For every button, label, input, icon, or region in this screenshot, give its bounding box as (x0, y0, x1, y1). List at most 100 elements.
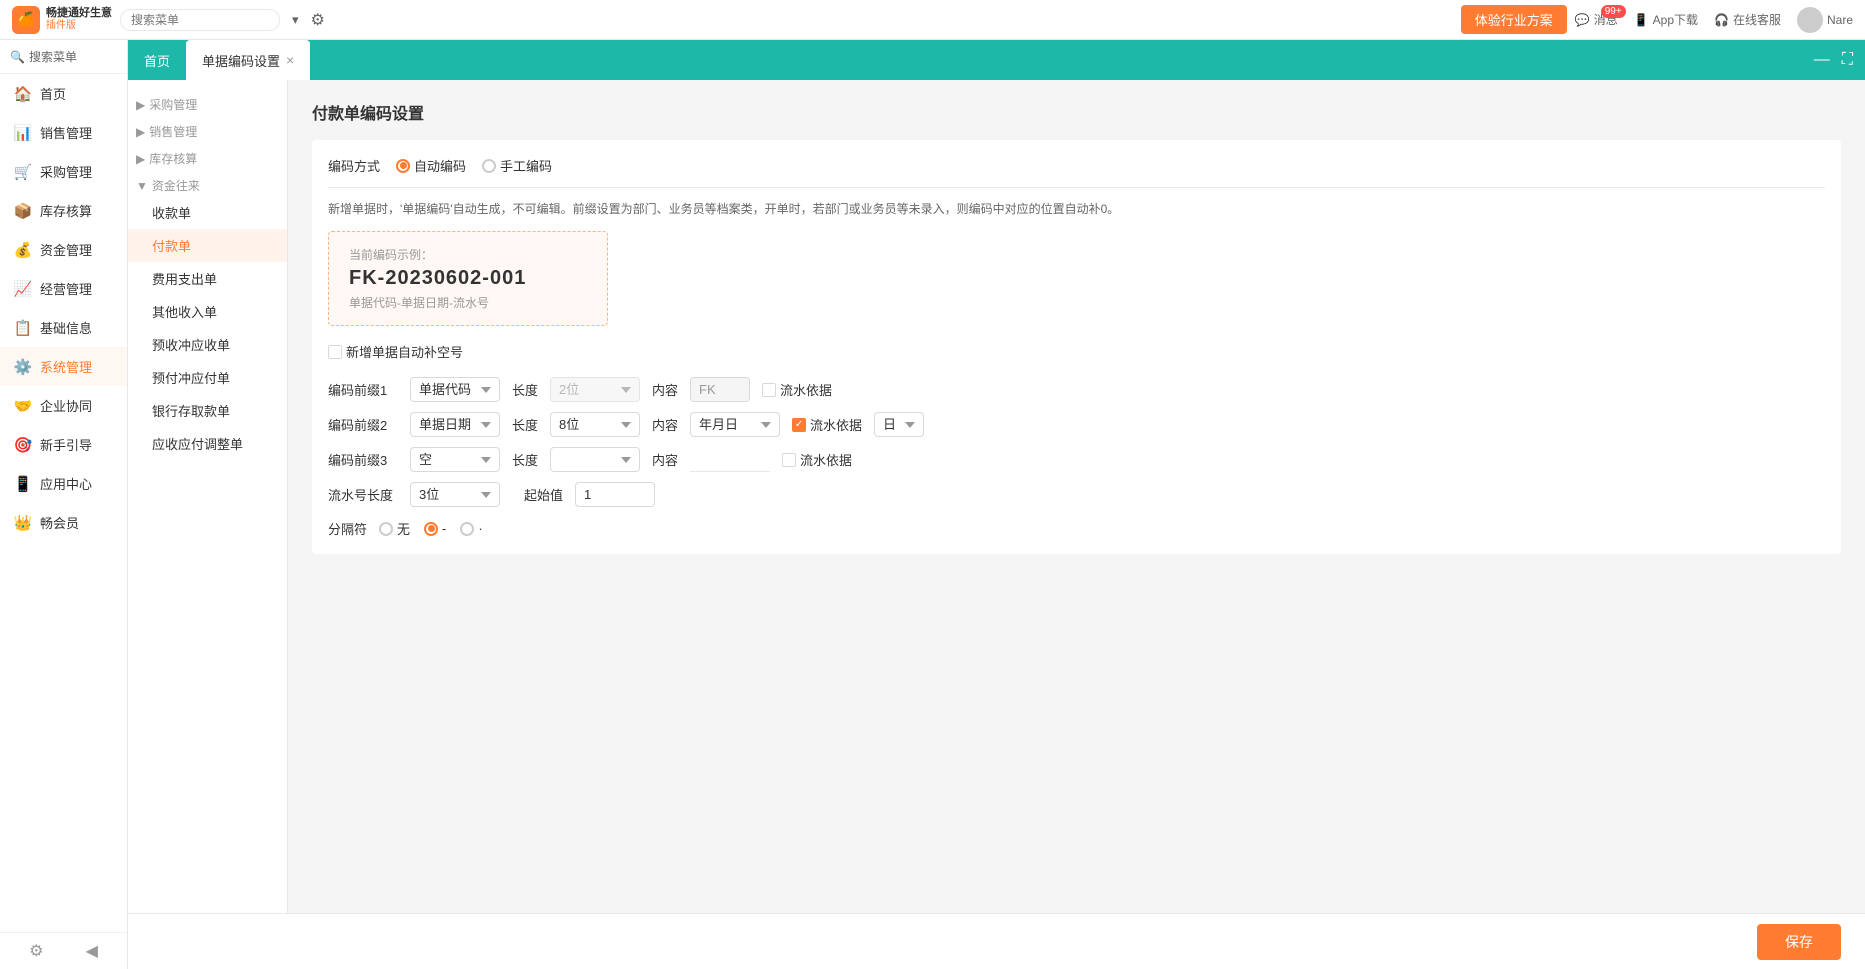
gear-icon[interactable]: ⚙ (311, 10, 325, 30)
left-menu-item-expense[interactable]: 费用支出单 (128, 262, 287, 295)
length-label-2: 长度 (512, 415, 538, 434)
stream1-checkbox-box (762, 383, 776, 397)
field-label-1: 编码前缀1 (328, 380, 398, 399)
length3-select[interactable] (550, 447, 640, 472)
field-row-1: 编码前缀1 单据代码 长度 2位 内容 FK 流水依据 (328, 377, 1825, 402)
trial-button[interactable]: 体验行业方案 (1461, 5, 1567, 34)
stream2-checkbox[interactable]: 流水依据 (792, 415, 862, 434)
auto-fill-row: 新增单据自动补空号 (328, 342, 1825, 361)
encoding-tab-label: 单据编码设置 (202, 51, 280, 70)
serial-length-label: 流水号长度 (328, 485, 398, 504)
tabbar: 首页 单据编码设置 × — ⛶ (128, 40, 1865, 80)
tab-close-icon[interactable]: × (286, 53, 294, 67)
left-menu-item-other-income[interactable]: 其他收入单 (128, 295, 287, 328)
left-menu: ▶ 采购管理 ▶ 销售管理 ▶ 库存核算 ▼ 资金往来 收款单 付款单 费用支出… (128, 80, 288, 913)
tab-encoding-settings[interactable]: 单据编码设置 × (186, 40, 310, 80)
collapse-icon[interactable]: ◀ (86, 941, 98, 961)
start-value-input[interactable] (575, 482, 655, 507)
field-label-2: 编码前缀2 (328, 415, 398, 434)
message-item[interactable]: 💬 消息 99+ (1575, 11, 1618, 28)
content3-input[interactable] (690, 448, 770, 472)
main-content: 付款单编码设置 编码方式 自动编码 手工编码 (288, 80, 1865, 913)
logo-text: 畅捷通好生意 插件版 (46, 7, 112, 32)
purchase-icon: 🛒 (14, 163, 32, 181)
length-label-1: 长度 (512, 380, 538, 399)
sidebar-item-base-info[interactable]: 📋 基础信息 (0, 308, 127, 347)
sidebar-item-appstore[interactable]: 📱 应用中心 (0, 464, 127, 503)
stream1-checkbox[interactable]: 流水依据 (762, 380, 832, 399)
left-menu-item-adjust[interactable]: 应收应付调整单 (128, 427, 287, 460)
chevron-down-icon: ▼ (136, 179, 148, 193)
search-input[interactable] (120, 9, 280, 31)
left-menu-item-prepay-ap[interactable]: 预付冲应付单 (128, 361, 287, 394)
member-icon: 👑 (14, 514, 32, 532)
sidebar-item-sales[interactable]: 📊 销售管理 (0, 113, 127, 152)
stream3-checkbox[interactable]: 流水依据 (782, 450, 852, 469)
maximize-button[interactable]: ⛶ (1838, 47, 1857, 73)
left-menu-group-purchase[interactable]: ▶ 采购管理 (128, 88, 287, 115)
dropdown-icon[interactable]: ▾ (284, 9, 307, 31)
content-value-1: FK (690, 377, 750, 402)
sidebar-item-finance[interactable]: 💰 资金管理 (0, 230, 127, 269)
prefix1-select[interactable]: 单据代码 (410, 377, 500, 402)
content2-select[interactable]: 年月日 (690, 412, 780, 437)
length-label-3: 长度 (512, 450, 538, 469)
sidebar-item-enterprise[interactable]: 🤝 企业协同 (0, 386, 127, 425)
sidebar-item-operations[interactable]: 📈 经营管理 (0, 269, 127, 308)
user-item[interactable]: Nare (1797, 7, 1853, 33)
radio-manual[interactable]: 手工编码 (482, 156, 552, 175)
content-label-2: 内容 (652, 415, 678, 434)
message-icon: 💬 (1575, 13, 1590, 27)
auto-fill-checkbox[interactable]: 新增单据自动补空号 (328, 342, 463, 361)
separator-dash[interactable]: - (424, 521, 446, 536)
left-menu-item-bank[interactable]: 银行存取款单 (128, 394, 287, 427)
separator-options: 无 - · (379, 519, 483, 538)
left-menu-item-receipt[interactable]: 收款单 (128, 196, 287, 229)
chevron-right-icon: ▶ (136, 98, 145, 112)
search-icon: 🔍 (10, 50, 25, 64)
sidebar-search[interactable]: 🔍 搜索菜单 (0, 40, 127, 74)
encoding-panel: 编码方式 自动编码 手工编码 (312, 140, 1841, 554)
separator-dot-radio (460, 522, 474, 536)
sidebar-item-guide[interactable]: 🎯 新手引导 (0, 425, 127, 464)
prefix2-select[interactable]: 单据日期 (410, 412, 500, 437)
minimize-button[interactable]: — (1810, 47, 1834, 73)
content-wrapper: ▶ 采购管理 ▶ 销售管理 ▶ 库存核算 ▼ 资金往来 收款单 付款单 费用支出… (128, 80, 1865, 913)
sidebar-item-inventory[interactable]: 📦 库存核算 (0, 191, 127, 230)
separator-none[interactable]: 无 (379, 519, 410, 538)
base-info-icon: 📋 (14, 319, 32, 337)
left-menu-group-fund[interactable]: ▼ 资金往来 (128, 169, 287, 196)
message-badge: 99+ (1601, 5, 1626, 18)
radio-auto[interactable]: 自动编码 (396, 156, 466, 175)
left-menu-item-prepay-ar[interactable]: 预收冲应收单 (128, 328, 287, 361)
sales-icon: 📊 (14, 124, 32, 142)
settings-bottom-icon[interactable]: ⚙ (29, 941, 43, 961)
prefix3-select[interactable]: 空 (410, 447, 500, 472)
topbar-right: 💬 消息 99+ 📱 App下载 🎧 在线客服 Nare (1575, 7, 1853, 33)
sidebar-item-system[interactable]: ⚙️ 系统管理 (0, 347, 127, 386)
sidebar-item-member[interactable]: 👑 畅会员 (0, 503, 127, 542)
separator-dot[interactable]: · (460, 521, 482, 536)
divider1 (328, 187, 1825, 188)
service-item[interactable]: 🎧 在线客服 (1714, 11, 1781, 28)
logo-icon: 🍊 (12, 6, 40, 34)
save-button[interactable]: 保存 (1757, 924, 1841, 960)
length2-select[interactable]: 8位 (550, 412, 640, 437)
left-menu-group-sales[interactable]: ▶ 销售管理 (128, 115, 287, 142)
finance-icon: 💰 (14, 241, 32, 259)
left-menu-group-inventory[interactable]: ▶ 库存核算 (128, 142, 287, 169)
tab-home[interactable]: 首页 (128, 40, 186, 80)
download-item[interactable]: 📱 App下载 (1634, 11, 1698, 28)
sidebar-item-purchase[interactable]: 🛒 采购管理 (0, 152, 127, 191)
serial-length-select[interactable]: 3位 (410, 482, 500, 507)
sidebar-item-home[interactable]: 🏠 首页 (0, 74, 127, 113)
logo: 🍊 畅捷通好生意 插件版 (12, 6, 112, 34)
left-menu-item-payment[interactable]: 付款单 (128, 229, 287, 262)
sidebar-bottom: ⚙ ◀ (0, 932, 127, 969)
separator-row: 分隔符 无 - · (328, 519, 1825, 538)
stream2-period-select[interactable]: 日 (874, 412, 924, 437)
length1-select[interactable]: 2位 (550, 377, 640, 402)
info-text: 新增单据时，'单据编码'自动生成，不可编辑。前缀设置为部门、业务员等档案类，开单… (328, 200, 1825, 219)
field-row-3: 编码前缀3 空 长度 内容 流水依据 (328, 447, 1825, 472)
main-layout: 🔍 搜索菜单 🏠 首页 📊 销售管理 🛒 采购管理 📦 库存核算 💰 资金管理 … (0, 40, 1865, 969)
